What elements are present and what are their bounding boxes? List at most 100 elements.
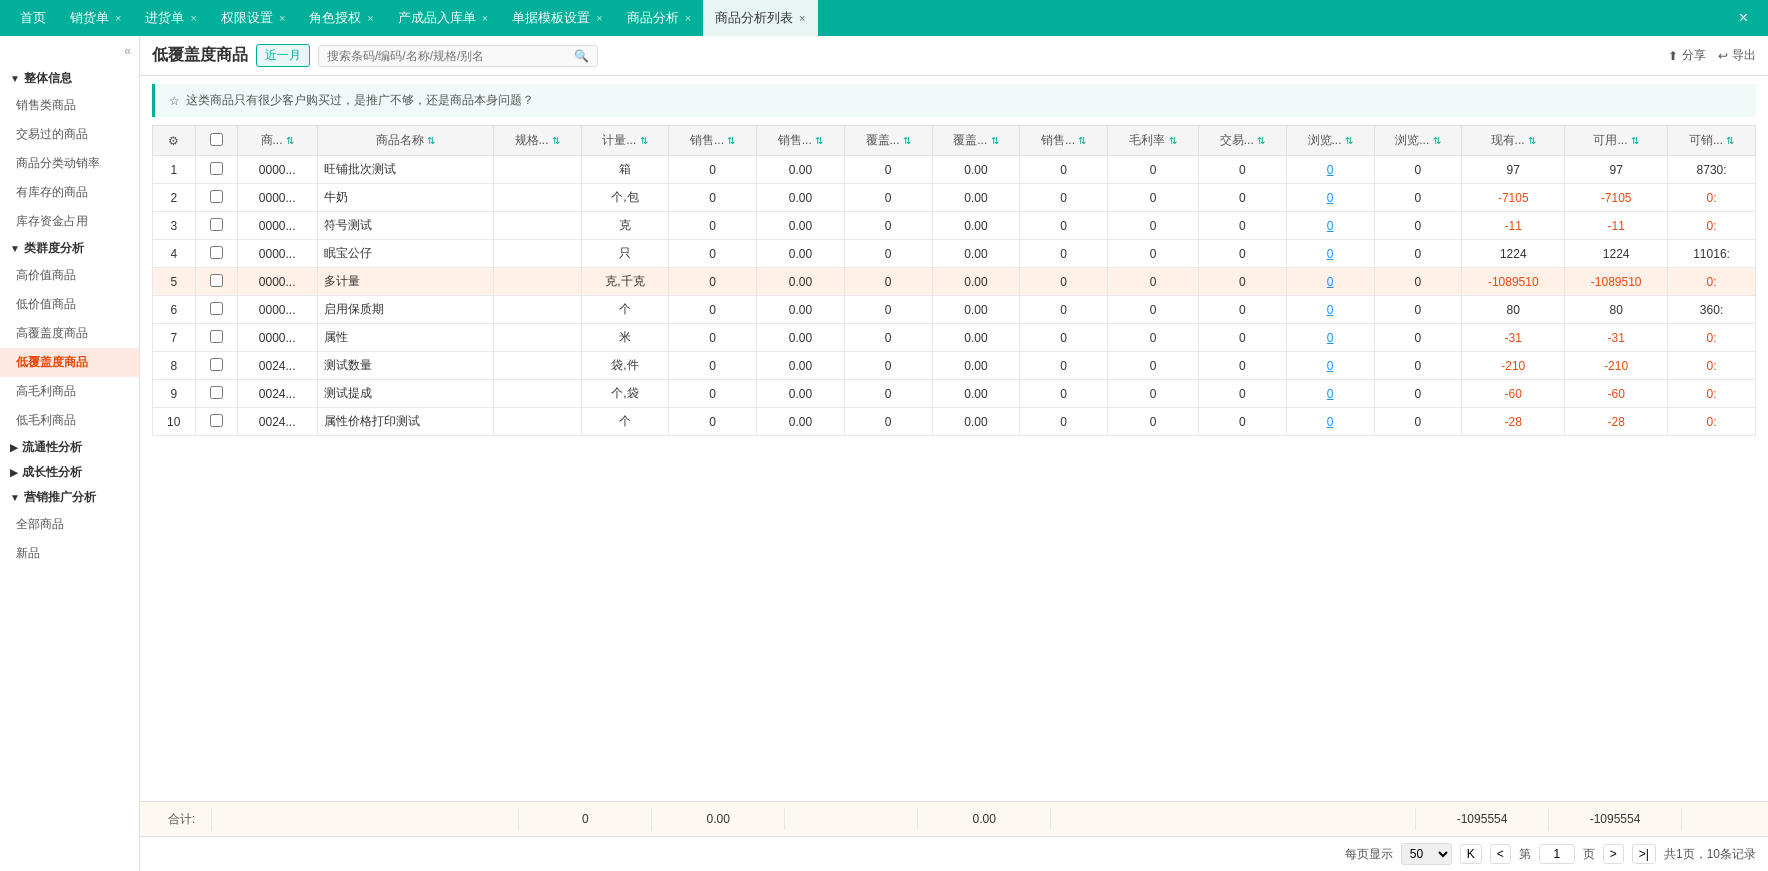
close-icon[interactable]: × [482,12,488,24]
col-sales-qty[interactable]: 销售... ⇅ [669,126,757,156]
nav-product-analysis-list[interactable]: 商品分析列表 × [703,0,817,36]
close-icon[interactable]: × [367,12,373,24]
row-browse1[interactable]: 0 [1286,380,1374,408]
row-browse1[interactable]: 0 [1286,296,1374,324]
sidebar-item-high-margin[interactable]: 高毛利商品 [0,377,139,406]
col-settings[interactable]: ⚙ [153,126,196,156]
row-cov1: 0 [844,240,932,268]
table-row: 2 0000... 牛奶 个,包 0 0.00 0 0.00 0 0 0 0 0… [153,184,1756,212]
row-cov1: 0 [844,296,932,324]
sidebar-section-overall[interactable]: ▼ 整体信息 [0,66,139,91]
nav-home[interactable]: 首页 [8,0,58,36]
app-close-button[interactable]: × [1727,9,1760,27]
row-checkbox[interactable] [195,324,237,352]
nav-template-settings[interactable]: 单据模板设置 × [500,0,614,36]
sidebar-item-traded-goods[interactable]: 交易过的商品 [0,120,139,149]
totals-coverage: 0.00 [917,808,1050,830]
sidebar-section-cluster[interactable]: ▼ 类群度分析 [0,236,139,261]
row-spec [493,296,581,324]
sidebar-item-stock-capital[interactable]: 库存资金占用 [0,207,139,236]
sidebar-item-sales-goods[interactable]: 销售类商品 [0,91,139,120]
close-icon[interactable]: × [799,12,805,24]
row-checkbox[interactable] [195,156,237,184]
search-input[interactable] [327,49,574,63]
row-browse1[interactable]: 0 [1286,324,1374,352]
sidebar-item-low-coverage[interactable]: 低覆盖度商品 [0,348,139,377]
row-browse1[interactable]: 0 [1286,268,1374,296]
col-gross[interactable]: 毛利率 ⇅ [1108,126,1199,156]
col-stock-a[interactable]: 可用... ⇅ [1565,126,1668,156]
nav-purchase[interactable]: 进货单 × [133,0,208,36]
col-trans[interactable]: 交易... ⇅ [1199,126,1287,156]
row-browse2: 0 [1374,184,1462,212]
close-icon[interactable]: × [685,12,691,24]
chevron-right-icon: ▶ [10,442,18,453]
sidebar-item-all-goods[interactable]: 全部商品 [0,510,139,539]
sidebar-section-marketing[interactable]: ▼ 营销推广分析 [0,485,139,510]
row-browse1[interactable]: 0 [1286,240,1374,268]
row-browse1[interactable]: 0 [1286,352,1374,380]
row-sales-amt: 0.00 [757,296,845,324]
col-sales-amt[interactable]: 销售... ⇅ [757,126,845,156]
close-icon[interactable]: × [279,12,285,24]
select-all-checkbox[interactable] [210,133,223,146]
row-browse1[interactable]: 0 [1286,212,1374,240]
search-icon[interactable]: 🔍 [574,49,589,63]
row-checkbox[interactable] [195,240,237,268]
sidebar-item-new-goods[interactable]: 新品 [0,539,139,568]
page-size-select[interactable]: 50 100 200 [1401,843,1452,865]
nav-product-inbound[interactable]: 产成品入库单 × [386,0,500,36]
col-browse2[interactable]: 浏览... ⇅ [1374,126,1462,156]
col-browse1[interactable]: 浏览... ⇅ [1286,126,1374,156]
prev-page-button[interactable]: < [1490,844,1511,864]
row-browse1[interactable]: 0 [1286,408,1374,436]
filter-period-button[interactable]: 近一月 [256,44,310,67]
share-button[interactable]: ⬆ 分享 [1668,47,1706,64]
col-stock-c[interactable]: 现有... ⇅ [1462,126,1565,156]
first-page-button[interactable]: K [1460,844,1482,864]
col-checkbox[interactable] [195,126,237,156]
nav-sales-order[interactable]: 销货单 × [58,0,133,36]
row-checkbox[interactable] [195,212,237,240]
row-sales-amt: 0.00 [757,156,845,184]
row-checkbox[interactable] [195,296,237,324]
sidebar-item-category-rate[interactable]: 商品分类动销率 [0,149,139,178]
row-sales-amt: 0.00 [757,380,845,408]
sidebar-section-liquidity[interactable]: ▶ 流通性分析 [0,435,139,460]
row-checkbox[interactable] [195,352,237,380]
col-sales-n[interactable]: 销售... ⇅ [1020,126,1108,156]
next-page-button[interactable]: > [1603,844,1624,864]
close-icon[interactable]: × [190,12,196,24]
export-button[interactable]: ↩ 导出 [1718,47,1756,64]
row-browse1[interactable]: 0 [1286,156,1374,184]
col-name[interactable]: 商品名称 ⇅ [317,126,493,156]
sidebar-collapse-button[interactable]: « [0,36,139,66]
sidebar-section-growth[interactable]: ▶ 成长性分析 [0,460,139,485]
close-icon[interactable]: × [115,12,121,24]
nav-permissions[interactable]: 权限设置 × [209,0,297,36]
row-browse1[interactable]: 0 [1286,184,1374,212]
sidebar-item-high-value[interactable]: 高价值商品 [0,261,139,290]
nav-role-auth[interactable]: 角色授权 × [297,0,385,36]
col-unit[interactable]: 计量... ⇅ [581,126,669,156]
close-icon[interactable]: × [596,12,602,24]
sidebar-item-low-value[interactable]: 低价值商品 [0,290,139,319]
sidebar-item-high-coverage[interactable]: 高覆盖度商品 [0,319,139,348]
page-number-input[interactable] [1539,844,1575,864]
col-code[interactable]: 商... ⇅ [237,126,317,156]
last-page-button[interactable]: >| [1632,844,1656,864]
row-checkbox[interactable] [195,268,237,296]
sidebar-item-stocked-goods[interactable]: 有库存的商品 [0,178,139,207]
col-cov2[interactable]: 覆盖... ⇅ [932,126,1020,156]
table-wrapper[interactable]: ⚙ 商... ⇅ 商品名称 ⇅ 规格... ⇅ 计量... ⇅ 销售... ⇅ … [140,125,1768,801]
nav-product-analysis[interactable]: 商品分析 × [615,0,703,36]
row-checkbox[interactable] [195,184,237,212]
row-checkbox[interactable] [195,408,237,436]
row-gross: 0 [1108,212,1199,240]
col-spec[interactable]: 规格... ⇅ [493,126,581,156]
sidebar-item-low-margin[interactable]: 低毛利商品 [0,406,139,435]
col-stock-s[interactable]: 可销... ⇅ [1668,126,1756,156]
row-checkbox[interactable] [195,380,237,408]
col-cov1[interactable]: 覆盖... ⇅ [844,126,932,156]
row-browse2: 0 [1374,408,1462,436]
